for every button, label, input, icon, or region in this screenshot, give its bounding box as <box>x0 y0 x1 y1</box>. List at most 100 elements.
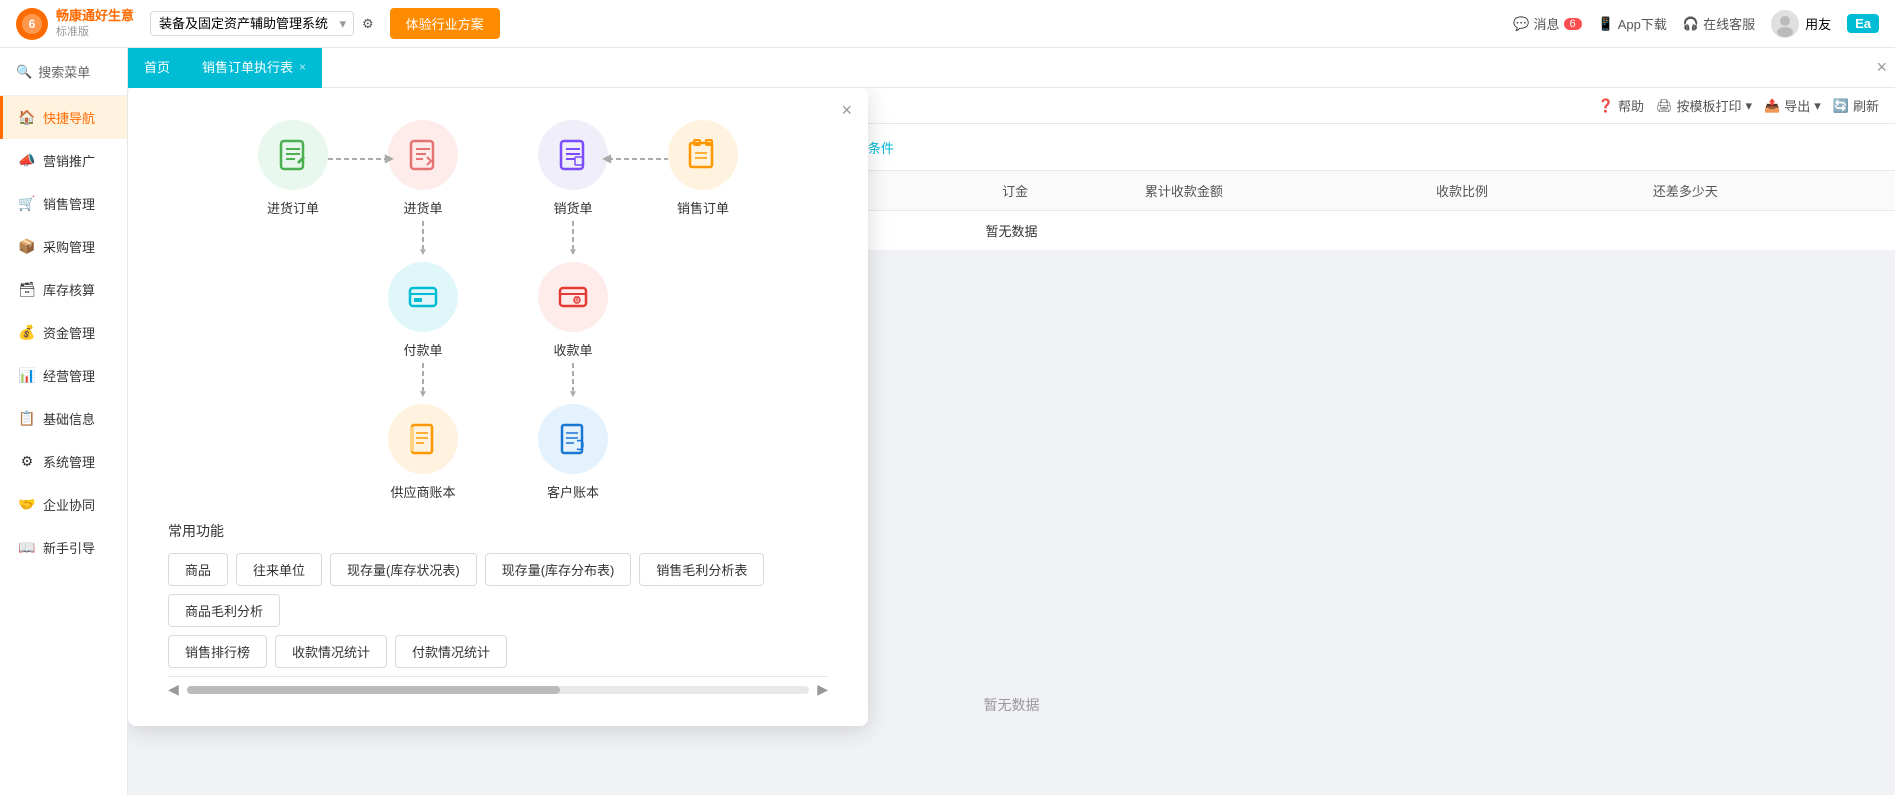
common-functions-title: 常用功能 <box>168 521 828 541</box>
scroll-track[interactable] <box>187 686 809 694</box>
modal-popup: × 进货订单 <box>128 88 868 726</box>
tab-bar-right: × <box>1876 57 1887 78</box>
customer-ledger-label: 客户账本 <box>547 482 599 501</box>
system-select[interactable]: 装备及固定资产辅助管理系统 <box>150 11 354 36</box>
logo-icon: 6 <box>16 8 48 40</box>
main-area: 🔍 搜索菜单 🏠 快捷导航 📣 营销推广 🛒 销售管理 📦 采购管理 <box>0 48 1895 795</box>
arrow-down-receipt: ▼ <box>538 363 608 400</box>
func-btn-sales-profit[interactable]: 销售毛利分析表 <box>639 553 764 586</box>
payment-doc-icon <box>388 262 458 332</box>
sidebar-item-sys-mgmt[interactable]: ⚙ 系统管理 <box>0 440 127 483</box>
message-icon: 💬 <box>1513 16 1529 32</box>
system-select-wrapper[interactable]: 装备及固定资产辅助管理系统 <box>150 11 354 36</box>
page-content: ❓ 帮助 🖨 按模板打印 ▾ 📤 导出 ▾ <box>128 88 1895 795</box>
modal-close-btn[interactable]: × <box>841 100 852 121</box>
scroll-right-btn[interactable]: ▶ <box>817 681 828 698</box>
sidebar-item-basic-info[interactable]: 📋 基础信息 <box>0 397 127 440</box>
sidebar-item-operations[interactable]: 📊 经营管理 <box>0 354 127 397</box>
common-functions: 常用功能 商品 往来单位 现存量(库存状况表) 现存量(库存分布表) 销售毛利分… <box>168 521 828 668</box>
close-all-btn[interactable]: × <box>1876 57 1887 78</box>
node-purchase-order[interactable]: 进货订单 <box>258 120 328 217</box>
payment-doc-label: 付款单 <box>403 340 442 359</box>
modal-overlay: × 进货订单 <box>128 88 1895 795</box>
operations-icon: 📊 <box>19 368 35 384</box>
func-btn-product-profit[interactable]: 商品毛利分析 <box>168 594 280 627</box>
top-bar: 6 畅康通好生意 标准版 装备及固定资产辅助管理系统 ⚙ 体验行业方案 💬 消息… <box>0 0 1895 48</box>
scroll-bar-area: ◀ ▶ <box>168 676 828 702</box>
sales-order-label: 销售订单 <box>677 198 729 217</box>
node-receipt-doc[interactable]: ¥ 收款单 <box>538 262 608 359</box>
func-buttons-row1: 商品 往来单位 现存量(库存状况表) 现存量(库存分布表) 销售毛利分析表 商品… <box>168 553 828 627</box>
logo-text: 畅康通好生意 标准版 <box>56 8 134 39</box>
enterprise-icon: 🤝 <box>19 497 35 513</box>
top-bar-actions: 💬 消息 6 📱 App下载 🎧 在线客服 用友 Ea <box>1513 10 1879 38</box>
arrow-down-sales: ▼ <box>538 221 608 258</box>
tab-bar: 首页 销售订单执行表 × × <box>128 48 1895 88</box>
purchase-order-icon <box>258 120 328 190</box>
online-service-btn[interactable]: 🎧 在线客服 <box>1683 14 1755 33</box>
newbie-icon: 📖 <box>19 540 35 556</box>
experience-btn[interactable]: 体验行业方案 <box>390 8 500 39</box>
sales-doc-label: 销货单 <box>553 198 592 217</box>
inventory-icon: 🗃 <box>19 282 35 298</box>
ea-badge: Ea <box>1847 14 1879 33</box>
receipt-doc-label: 收款单 <box>553 340 592 359</box>
receipt-doc-icon: ¥ <box>538 262 608 332</box>
search-menu-btn[interactable]: 🔍 搜索菜单 <box>8 56 119 87</box>
gear-icon: ⚙ <box>362 16 374 32</box>
node-supplier-ledger[interactable]: 供应商账本 <box>388 404 458 501</box>
sales-order-icon <box>668 120 738 190</box>
node-sales-order[interactable]: 销售订单 <box>668 120 738 217</box>
scroll-left-btn[interactable]: ◀ <box>168 681 179 698</box>
purchase-doc-label: 进货单 <box>403 198 442 217</box>
sys-mgmt-icon: ⚙ <box>19 454 35 470</box>
sales-doc-icon <box>538 120 608 190</box>
download-icon: 📱 <box>1598 16 1614 32</box>
supplier-ledger-icon <box>388 404 458 474</box>
message-btn[interactable]: 💬 消息 6 <box>1513 14 1581 33</box>
node-customer-ledger[interactable]: 客户账本 <box>538 404 608 501</box>
customer-ledger-icon <box>538 404 608 474</box>
sidebar-item-inventory[interactable]: 🗃 库存核算 <box>0 268 127 311</box>
func-btn-sales-rank[interactable]: 销售排行榜 <box>168 635 267 668</box>
sidebar-item-finance[interactable]: 💰 资金管理 <box>0 311 127 354</box>
tab-home[interactable]: 首页 <box>128 48 186 88</box>
svg-text:¥: ¥ <box>574 295 580 304</box>
user-area[interactable]: 用友 <box>1771 10 1831 38</box>
arrow-down-purchase: ▼ <box>388 221 458 258</box>
sidebar-search: 🔍 搜索菜单 <box>0 48 127 96</box>
app-container: 6 畅康通好生意 标准版 装备及固定资产辅助管理系统 ⚙ 体验行业方案 💬 消息… <box>0 0 1895 795</box>
func-btn-inventory-status[interactable]: 现存量(库存状况表) <box>330 553 477 586</box>
app-download-btn[interactable]: 📱 App下载 <box>1598 14 1667 33</box>
sidebar-item-enterprise[interactable]: 🤝 企业协同 <box>0 483 127 526</box>
node-payment-doc[interactable]: 付款单 <box>388 262 458 359</box>
sidebar-item-purchase[interactable]: 📦 采购管理 <box>0 225 127 268</box>
service-icon: 🎧 <box>1683 16 1699 32</box>
func-btn-receipt-stats[interactable]: 收款情况统计 <box>275 635 387 668</box>
settings-btn[interactable]: ⚙ <box>362 16 374 32</box>
arrow-down-payment: ▼ <box>388 363 458 400</box>
func-btn-product[interactable]: 商品 <box>168 553 228 586</box>
marketing-icon: 📣 <box>19 153 35 169</box>
sidebar-item-sales[interactable]: 🛒 销售管理 <box>0 182 127 225</box>
avatar <box>1771 10 1799 38</box>
tab-close-btn[interactable]: × <box>299 60 306 74</box>
search-icon: 🔍 <box>16 64 32 80</box>
node-sales-doc[interactable]: 销货单 <box>538 120 608 217</box>
supplier-ledger-label: 供应商账本 <box>390 482 455 501</box>
func-btn-inventory-dist[interactable]: 现存量(库存分布表) <box>485 553 632 586</box>
sales-icon: 🛒 <box>19 196 35 212</box>
node-purchase-doc[interactable]: 进货单 <box>388 120 458 217</box>
func-buttons-row2: 销售排行榜 收款情况统计 付款情况统计 <box>168 635 828 668</box>
sidebar-item-marketing[interactable]: 📣 营销推广 <box>0 139 127 182</box>
func-btn-partner[interactable]: 往来单位 <box>236 553 322 586</box>
purchase-doc-icon <box>388 120 458 190</box>
func-btn-payment-stats[interactable]: 付款情况统计 <box>395 635 507 668</box>
tab-sales-order[interactable]: 销售订单执行表 × <box>186 48 322 88</box>
basic-info-icon: 📋 <box>19 411 35 427</box>
message-badge: 6 <box>1564 18 1582 30</box>
sidebar-item-quick-nav[interactable]: 🏠 快捷导航 <box>0 96 127 139</box>
svg-text:6: 6 <box>29 17 36 31</box>
home-icon: 🏠 <box>19 110 35 126</box>
sidebar-item-newbie[interactable]: 📖 新手引导 <box>0 526 127 569</box>
